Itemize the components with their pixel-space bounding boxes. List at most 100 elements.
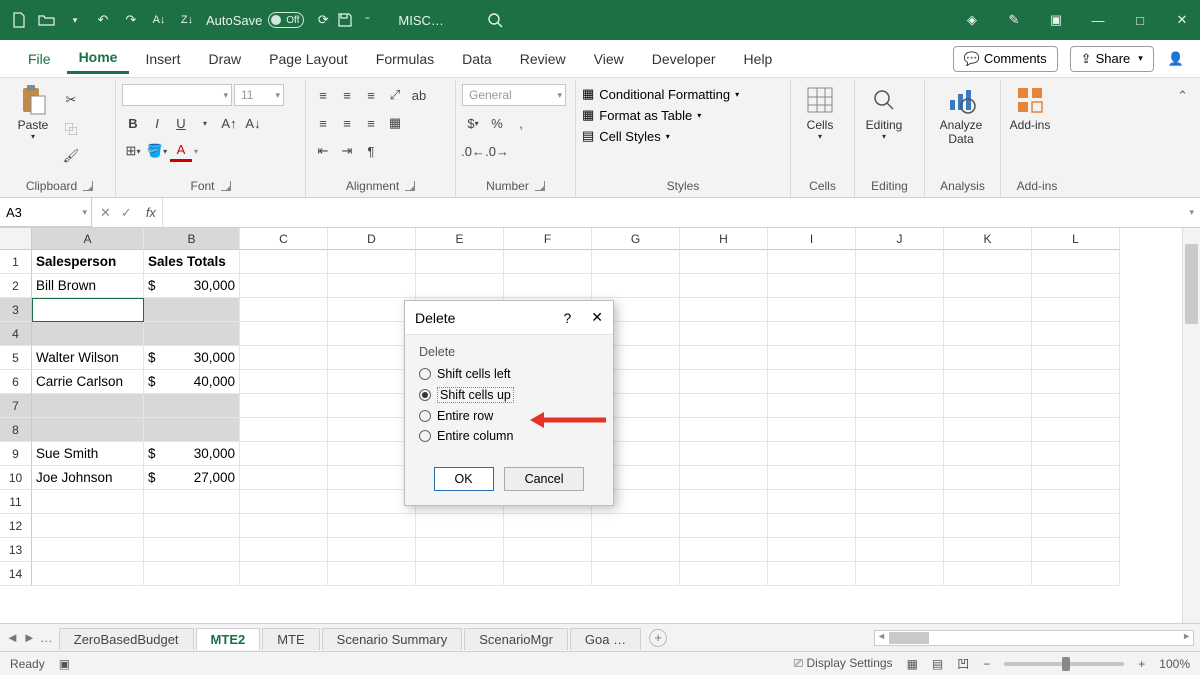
sheet-tab[interactable]: MTE <box>262 628 319 650</box>
cell[interactable] <box>680 274 768 298</box>
cell[interactable] <box>768 538 856 562</box>
cell[interactable] <box>240 370 328 394</box>
cell[interactable] <box>856 370 944 394</box>
cell[interactable] <box>144 538 240 562</box>
cell[interactable] <box>240 298 328 322</box>
diamond-icon[interactable]: ◈ <box>962 10 982 30</box>
cell[interactable] <box>32 562 144 586</box>
view-break-icon[interactable]: 凹 <box>957 655 969 672</box>
decrease-decimal-icon[interactable]: .0→ <box>486 140 508 162</box>
cell[interactable] <box>240 442 328 466</box>
cell[interactable] <box>680 490 768 514</box>
cell[interactable] <box>856 346 944 370</box>
cell[interactable] <box>768 370 856 394</box>
cell[interactable] <box>144 418 240 442</box>
cell[interactable] <box>944 394 1032 418</box>
format-as-table-button[interactable]: ▦Format as Table▾ <box>582 107 701 123</box>
search-icon[interactable] <box>484 9 506 31</box>
cell[interactable] <box>416 538 504 562</box>
cell[interactable]: Bill Brown <box>32 274 144 298</box>
add-sheet-button[interactable]: + <box>649 629 667 647</box>
format-painter-icon[interactable]: 🖌 <box>60 145 82 167</box>
new-file-icon[interactable] <box>8 9 30 31</box>
sheet-nav-next-icon[interactable]: ► <box>23 630 36 645</box>
tab-formulas[interactable]: Formulas <box>364 45 446 73</box>
cell[interactable]: $40,000 <box>144 370 240 394</box>
align-bottom-icon[interactable]: ≡ <box>360 84 382 106</box>
cell[interactable] <box>416 274 504 298</box>
cell[interactable] <box>32 298 144 322</box>
row-header[interactable]: 2 <box>0 274 32 298</box>
column-header[interactable]: B <box>144 228 240 250</box>
tab-home[interactable]: Home <box>67 43 130 74</box>
cell[interactable] <box>768 274 856 298</box>
cell[interactable] <box>680 298 768 322</box>
cell[interactable] <box>856 466 944 490</box>
tab-file[interactable]: File <box>16 45 63 73</box>
view-layout-icon[interactable]: ▤ <box>932 657 943 671</box>
cell[interactable] <box>944 490 1032 514</box>
radio-shift-up[interactable]: Shift cells up <box>419 387 599 403</box>
cell[interactable] <box>240 514 328 538</box>
align-top-icon[interactable]: ≡ <box>312 84 334 106</box>
cell[interactable] <box>32 322 144 346</box>
cell[interactable] <box>856 322 944 346</box>
cell[interactable] <box>680 466 768 490</box>
cell[interactable] <box>416 514 504 538</box>
tab-data[interactable]: Data <box>450 45 504 73</box>
increase-font-icon[interactable]: A↑ <box>218 112 240 134</box>
addins-button[interactable]: Add-ins <box>1007 82 1053 134</box>
horizontal-scrollbar[interactable]: ◄► <box>874 630 1194 646</box>
cell[interactable] <box>856 418 944 442</box>
dialog-help-icon[interactable]: ? <box>563 310 571 326</box>
cell[interactable] <box>856 514 944 538</box>
column-header[interactable]: I <box>768 228 856 250</box>
cell[interactable] <box>592 514 680 538</box>
window-icon[interactable]: ▣ <box>1046 10 1066 30</box>
cell[interactable] <box>680 370 768 394</box>
dropdown-icon[interactable]: ▾ <box>64 9 86 31</box>
user-icon[interactable]: 👤 <box>1168 51 1184 67</box>
cell[interactable] <box>944 250 1032 274</box>
zoom-in-icon[interactable]: + <box>1138 657 1145 671</box>
cell[interactable] <box>680 514 768 538</box>
collapse-ribbon-icon[interactable]: ⌃ <box>1169 80 1196 197</box>
cell[interactable] <box>328 514 416 538</box>
cell[interactable] <box>416 250 504 274</box>
underline-button[interactable]: U <box>170 112 192 134</box>
cell[interactable] <box>768 562 856 586</box>
undo-icon[interactable]: ↶ <box>92 9 114 31</box>
cell[interactable] <box>944 466 1032 490</box>
radio-entire-row[interactable]: Entire row <box>419 409 599 423</box>
currency-icon[interactable]: $▾ <box>462 112 484 134</box>
cell[interactable] <box>328 274 416 298</box>
cell[interactable] <box>32 538 144 562</box>
sheet-tab[interactable]: ZeroBasedBudget <box>59 628 194 650</box>
name-box[interactable]: A3 <box>0 198 92 227</box>
sheet-tab[interactable]: Goa … <box>570 628 641 650</box>
indent-increase-icon[interactable]: ⇥ <box>336 140 358 162</box>
cell[interactable]: Sue Smith <box>32 442 144 466</box>
cell[interactable] <box>240 418 328 442</box>
borders-icon[interactable]: ⊞▾ <box>122 140 144 162</box>
cell[interactable] <box>768 250 856 274</box>
autosave-toggle[interactable]: AutoSave Off <box>206 12 304 28</box>
align-left-icon[interactable]: ≡ <box>312 112 334 134</box>
row-header[interactable]: 10 <box>0 466 32 490</box>
cell[interactable] <box>944 298 1032 322</box>
cell[interactable] <box>768 394 856 418</box>
cell[interactable] <box>856 490 944 514</box>
cell[interactable] <box>1032 562 1120 586</box>
cell[interactable] <box>240 562 328 586</box>
cell[interactable] <box>240 250 328 274</box>
column-header[interactable]: C <box>240 228 328 250</box>
cell[interactable] <box>240 490 328 514</box>
cell[interactable] <box>240 346 328 370</box>
cell[interactable] <box>1032 250 1120 274</box>
cell[interactable] <box>240 538 328 562</box>
minimize-icon[interactable]: — <box>1088 10 1108 30</box>
cell[interactable] <box>856 298 944 322</box>
cell[interactable] <box>1032 466 1120 490</box>
cell[interactable] <box>680 322 768 346</box>
cell[interactable] <box>32 490 144 514</box>
